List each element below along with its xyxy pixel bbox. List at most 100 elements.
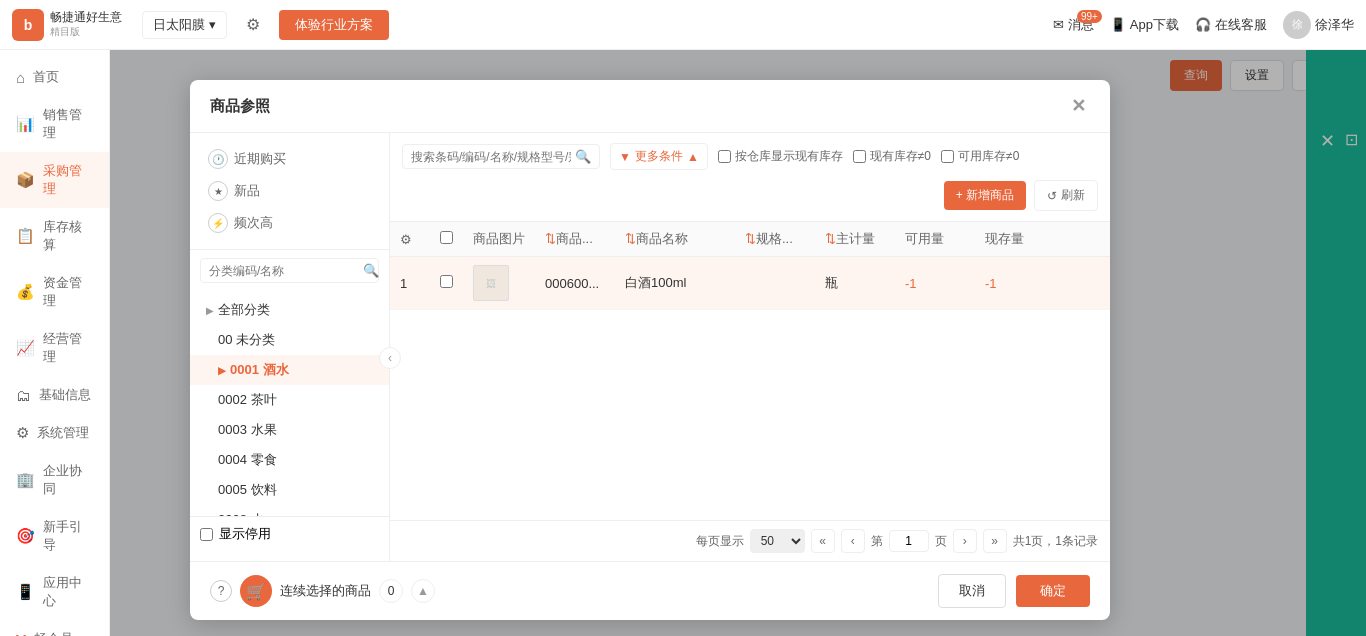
row-checkbox[interactable] <box>430 257 463 310</box>
col-stock: 现存量 <box>975 222 1110 257</box>
gear-button[interactable]: ⚙ <box>237 9 269 41</box>
dialog-footer: ? 🛒 连续选择的商品 0 ▲ 取消 确定 <box>190 561 1110 620</box>
page-first-btn[interactable]: « <box>811 529 835 553</box>
category-item-uncategorized[interactable]: 00 未分类 <box>190 325 389 355</box>
cart-btn[interactable]: 🛒 <box>240 575 272 607</box>
sidebar-item-label: 销售管理 <box>43 106 93 142</box>
footer-left: ? 🛒 连续选择的商品 0 ▲ <box>210 575 435 607</box>
available-stock-checkbox[interactable] <box>941 150 954 163</box>
col-unit[interactable]: ⇅主计量 <box>815 222 895 257</box>
left-panel-footer: 显示停用 <box>190 516 389 551</box>
inventory-icon: 📋 <box>16 227 35 245</box>
add-product-btn[interactable]: + 新增商品 <box>944 181 1026 210</box>
trial-button[interactable]: 体验行业方案 <box>279 10 389 40</box>
category-item-water[interactable]: 0008 水 <box>190 505 389 516</box>
page-prev-btn[interactable]: ‹ <box>841 529 865 553</box>
sidebar-item-guide[interactable]: 🎯 新手引导 <box>0 508 109 564</box>
col-checkbox[interactable] <box>430 222 463 257</box>
right-panel: 🔍 ▼ 更多条件 ▲ 按仓库显示现有库存 <box>390 133 1110 561</box>
search-icon[interactable]: 🔍 <box>363 263 379 278</box>
sidebar-item-label: 畅会员 <box>34 630 73 636</box>
sidebar-item-label: 应用中心 <box>43 574 93 610</box>
sidebar-item-management[interactable]: 📈 经营管理 <box>0 320 109 376</box>
app-download-btn[interactable]: 📱 App下载 <box>1110 16 1179 34</box>
col-spec[interactable]: ⇅规格... <box>735 222 815 257</box>
sidebar-item-label: 采购管理 <box>43 162 93 198</box>
finance-icon: 💰 <box>16 283 35 301</box>
category-label: 0003 水果 <box>218 421 277 439</box>
recent-purchase-item[interactable]: 🕐 近期购买 <box>200 143 379 175</box>
sidebar-item-collab[interactable]: 🏢 企业协同 <box>0 452 109 508</box>
sidebar-item-basic[interactable]: 🗂 基础信息 <box>0 376 109 414</box>
message-icon: ✉ <box>1053 17 1064 32</box>
product-table: ⚙ 商品图片 ⇅商品... ⇅商品名称 <box>390 222 1110 310</box>
guide-icon: 🎯 <box>16 527 35 545</box>
product-table-area: ⚙ 商品图片 ⇅商品... ⇅商品名称 <box>390 222 1110 520</box>
sort-icon: ⇅ <box>745 231 756 246</box>
tree-arrow: ▶ <box>218 365 226 376</box>
current-stock-checkbox[interactable] <box>853 150 866 163</box>
sidebar-item-purchase[interactable]: 📦 采购管理 <box>0 152 109 208</box>
category-item-beverage[interactable]: 0005 饮料 <box>190 475 389 505</box>
category-item-snack[interactable]: 0004 零食 <box>190 445 389 475</box>
sidebar-item-inventory[interactable]: 📋 库存核算 <box>0 208 109 264</box>
footer-collapse-btn[interactable]: ▲ <box>411 579 435 603</box>
sidebar-item-finance[interactable]: 💰 资金管理 <box>0 264 109 320</box>
apps-icon: 📱 <box>16 583 35 601</box>
sidebar-item-label: 首页 <box>33 68 59 86</box>
show-disabled-label[interactable]: 显示停用 <box>219 525 271 543</box>
confirm-btn[interactable]: 确定 <box>1016 575 1090 607</box>
service-btn[interactable]: 🎧 在线客服 <box>1195 16 1267 34</box>
warehouse-stock-checkbox[interactable] <box>718 150 731 163</box>
category-item-fruit[interactable]: 0003 水果 <box>190 415 389 445</box>
category-search-input[interactable] <box>209 264 359 278</box>
frequent-item[interactable]: ⚡ 频次高 <box>200 207 379 239</box>
dialog-close-button[interactable]: ✕ <box>1066 94 1090 118</box>
right-toolbar: 🔍 ▼ 更多条件 ▲ 按仓库显示现有库存 <box>390 133 1110 222</box>
per-page-select[interactable]: 50 100 200 <box>750 529 805 553</box>
new-product-item[interactable]: ★ 新品 <box>200 175 379 207</box>
message-btn[interactable]: ✉ 消息 99+ <box>1053 16 1094 34</box>
current-stock-filter[interactable]: 现有库存≠0 <box>853 148 931 165</box>
cancel-btn[interactable]: 取消 <box>938 574 1006 608</box>
product-thumbnail: 🖼 <box>473 265 509 301</box>
quick-label: 近期购买 <box>234 150 286 168</box>
category-item-liquor[interactable]: ▶ 0001 酒水 <box>190 355 389 385</box>
logo-sub: 精目版 <box>50 25 122 39</box>
col-name[interactable]: ⇅商品名称 <box>615 222 735 257</box>
sidebar-item-apps[interactable]: 📱 应用中心 <box>0 564 109 620</box>
sidebar-item-member[interactable]: V 畅会员 <box>0 620 109 636</box>
category-label: 0001 酒水 <box>230 361 289 379</box>
selected-count: 0 <box>379 579 403 603</box>
product-search-input[interactable] <box>411 150 571 164</box>
sidebar-item-system[interactable]: ⚙ 系统管理 <box>0 414 109 452</box>
row-available: -1 <box>895 257 975 310</box>
row-num: 1 <box>390 257 430 310</box>
sidebar-item-sales[interactable]: 📊 销售管理 <box>0 96 109 152</box>
store-selector[interactable]: 日太阳膜 ▾ <box>142 11 227 39</box>
panel-collapse-btn[interactable]: ‹ <box>379 347 401 369</box>
col-settings[interactable]: ⚙ <box>390 222 430 257</box>
refresh-btn[interactable]: ↺ 刷新 <box>1034 180 1098 211</box>
help-btn[interactable]: ? <box>210 580 232 602</box>
more-filter-btn[interactable]: ▼ 更多条件 ▲ <box>610 143 708 170</box>
category-item-all[interactable]: ▶ 全部分类 <box>190 295 389 325</box>
page-number-input[interactable] <box>889 530 929 552</box>
user-menu[interactable]: 徐 徐泽华 <box>1283 11 1354 39</box>
category-label: 0004 零食 <box>218 451 277 469</box>
category-tree: ▶ 全部分类 00 未分类 ▶ 0001 酒水 0002 茶叶 <box>190 291 389 516</box>
sidebar-item-home[interactable]: ⌂ 首页 <box>0 58 109 96</box>
show-disabled-checkbox[interactable] <box>200 528 213 541</box>
col-code[interactable]: ⇅商品... <box>535 222 615 257</box>
table-header-row: ⚙ 商品图片 ⇅商品... ⇅商品名称 <box>390 222 1110 257</box>
page-next-btn[interactable]: › <box>953 529 977 553</box>
table-row[interactable]: 1 🖼 000600... 白酒100ml <box>390 257 1110 310</box>
category-item-tea[interactable]: 0002 茶叶 <box>190 385 389 415</box>
row-stock: -1 <box>975 257 1110 310</box>
available-stock-filter[interactable]: 可用库存≠0 <box>941 148 1019 165</box>
row-select-checkbox[interactable] <box>440 275 453 288</box>
select-all-checkbox[interactable] <box>440 231 453 244</box>
search-icon[interactable]: 🔍 <box>575 149 591 164</box>
warehouse-stock-filter[interactable]: 按仓库显示现有库存 <box>718 148 843 165</box>
page-last-btn[interactable]: » <box>983 529 1007 553</box>
